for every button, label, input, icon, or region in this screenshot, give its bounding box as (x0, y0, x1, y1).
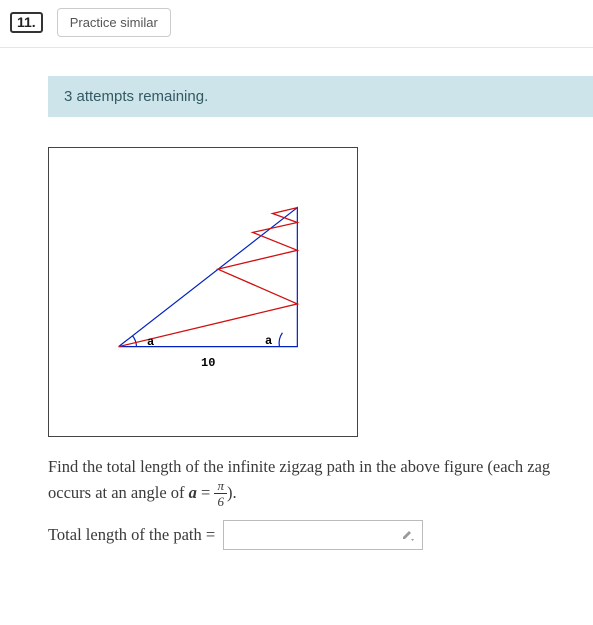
question-content: 3 attempts remaining. a a 10 Find the to… (0, 76, 593, 570)
figure-svg (49, 148, 357, 436)
equals-sign: = (197, 483, 215, 502)
answer-label: Total length of the path = (48, 525, 215, 545)
left-angle-arc (132, 336, 136, 347)
answer-input[interactable] (223, 520, 423, 550)
fraction-denominator: 6 (214, 494, 227, 508)
angle-variable: a (189, 483, 197, 502)
practice-similar-button[interactable]: Practice similar (57, 8, 171, 37)
prompt-close: ). (227, 483, 237, 502)
angle-fraction: π6 (214, 479, 227, 508)
right-angle-label: a (265, 334, 272, 348)
question-prompt: Find the total length of the infinite zi… (48, 455, 588, 508)
fraction-numerator: π (214, 479, 227, 494)
answer-input-wrap (223, 520, 423, 550)
left-angle-label: a (147, 335, 154, 349)
question-header: 11. Practice similar (0, 0, 593, 48)
zigzag-figure: a a 10 (48, 147, 358, 437)
base-length-label: 10 (201, 356, 215, 370)
attempts-remaining: 3 attempts remaining. (48, 76, 593, 117)
question-number: 11. (10, 12, 43, 33)
right-angle-arc (279, 333, 282, 347)
answer-row: Total length of the path = (48, 520, 593, 550)
prompt-text: Find the total length of the infinite zi… (48, 457, 550, 502)
